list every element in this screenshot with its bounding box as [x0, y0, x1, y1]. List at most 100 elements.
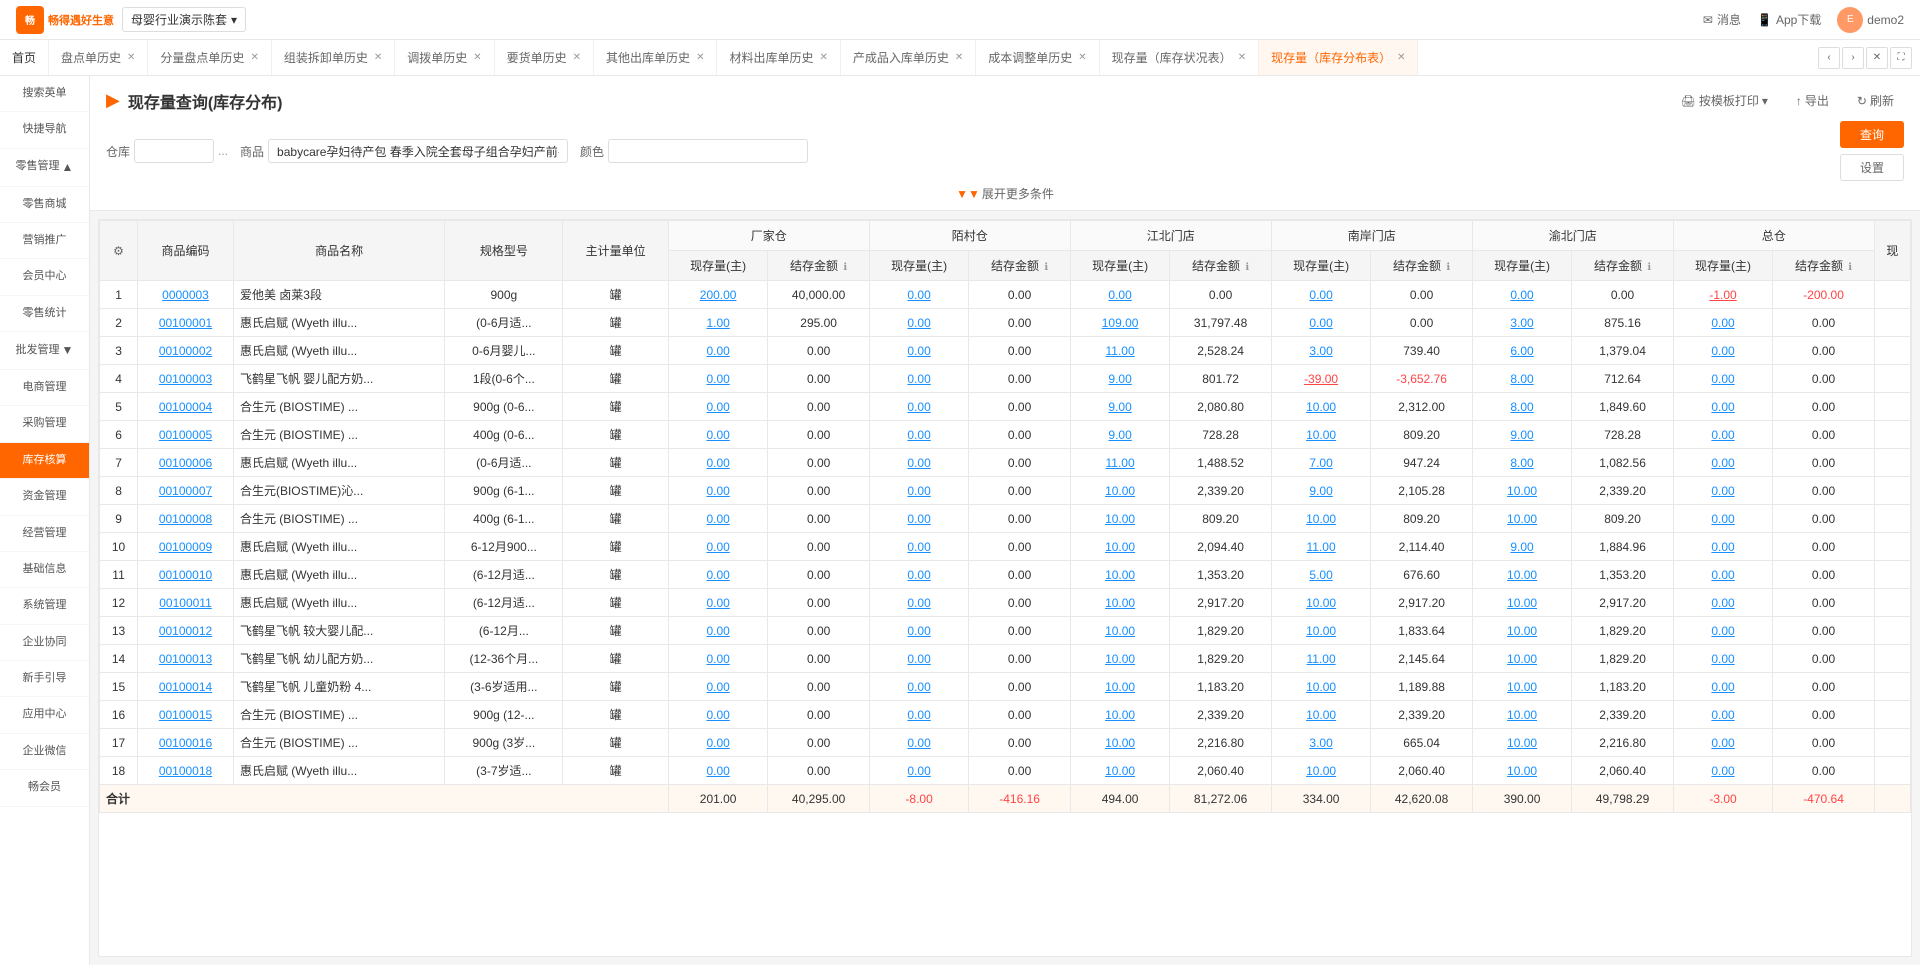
cell-muc-qty[interactable]: 0.00 — [869, 645, 969, 673]
cell-muc-qty[interactable]: 0.00 — [869, 533, 969, 561]
cell-muc-qty[interactable]: 0.00 — [869, 449, 969, 477]
tab-stock-status[interactable]: 现存量（库存状况表） ✕ — [1100, 40, 1259, 75]
tab-stocktake[interactable]: 盘点单历史 ✕ — [49, 40, 148, 75]
tab-other-out[interactable]: 其他出库单历史 ✕ — [594, 40, 717, 75]
cell-jiangb-qty[interactable]: 10.00 — [1070, 729, 1170, 757]
cell-muc-qty[interactable]: 0.00 — [869, 589, 969, 617]
nav-next-btn[interactable]: › — [1842, 47, 1864, 69]
info-jiangb[interactable]: ℹ — [1245, 262, 1249, 273]
expand-filter-btn[interactable]: ▼▼ 展开更多条件 — [948, 185, 1062, 202]
cell-total-qty[interactable]: 0.00 — [1673, 589, 1773, 617]
cell-total-qty[interactable]: 0.00 — [1673, 701, 1773, 729]
cell-nanac-qty[interactable]: 11.00 — [1271, 645, 1371, 673]
org-selector[interactable]: 母婴行业演示陈套 ▾ — [122, 7, 246, 32]
cell-muc-qty[interactable]: 0.00 — [869, 309, 969, 337]
tab-cost-adjust[interactable]: 成本调整单历史 ✕ — [976, 40, 1099, 75]
tab-home[interactable]: 首页 — [0, 40, 49, 75]
cell-code[interactable]: 00100010 — [138, 561, 234, 589]
info-muc[interactable]: ℹ — [1044, 262, 1048, 273]
cell-yubei-qty[interactable]: 10.00 — [1472, 645, 1572, 673]
cell-code[interactable]: 00100005 — [138, 421, 234, 449]
cell-code[interactable]: 00100004 — [138, 393, 234, 421]
cell-yubei-qty[interactable]: 10.00 — [1472, 561, 1572, 589]
cell-code[interactable]: 00100011 — [138, 589, 234, 617]
tab-assembly[interactable]: 组装拆卸单历史 ✕ — [272, 40, 395, 75]
info-total[interactable]: ℹ — [1848, 262, 1852, 273]
cell-code[interactable]: 00100018 — [138, 757, 234, 785]
cell-jiangb-qty[interactable]: 10.00 — [1070, 757, 1170, 785]
color-input[interactable] — [608, 139, 808, 163]
sidebar-item-retail-stat[interactable]: 零售统计 — [0, 296, 89, 332]
cell-muc-qty[interactable]: 0.00 — [869, 365, 969, 393]
cell-muc-qty[interactable]: 0.00 — [869, 617, 969, 645]
sidebar-item-ecommerce[interactable]: 电商管理 — [0, 370, 89, 406]
cell-yubei-qty[interactable]: 10.00 — [1472, 477, 1572, 505]
close-assembly[interactable]: ✕ — [374, 52, 382, 63]
tab-product-in[interactable]: 产成品入库单历史 ✕ — [841, 40, 976, 75]
cell-yubei-qty[interactable]: 6.00 — [1472, 337, 1572, 365]
cell-muc-qty[interactable]: 0.00 — [869, 729, 969, 757]
setting-btn[interactable]: 设置 — [1840, 154, 1904, 181]
sidebar-item-operation[interactable]: 经营管理 — [0, 516, 89, 552]
cell-muc-qty[interactable]: 0.00 — [869, 281, 969, 309]
cell-yubei-qty[interactable]: 10.00 — [1472, 757, 1572, 785]
tab-partial[interactable]: 分量盘点单历史 ✕ — [148, 40, 271, 75]
gear-icon[interactable]: ⚙ — [113, 244, 124, 258]
cell-nanac-qty[interactable]: 0.00 — [1271, 309, 1371, 337]
cell-changc-qty[interactable]: 0.00 — [668, 729, 768, 757]
tab-stock-dist[interactable]: 现存量（库存分布表） ✕ — [1259, 40, 1418, 75]
refresh-btn[interactable]: ↻ 刷新 — [1847, 88, 1904, 113]
cell-code[interactable]: 00100012 — [138, 617, 234, 645]
tab-order[interactable]: 要货单历史 ✕ — [495, 40, 594, 75]
sidebar-item-wholesale[interactable]: 批发管理 ▼ — [0, 332, 89, 370]
cell-nanac-qty[interactable]: 10.00 — [1271, 757, 1371, 785]
cell-jiangb-qty[interactable]: 10.00 — [1070, 477, 1170, 505]
cell-total-qty[interactable]: 0.00 — [1673, 421, 1773, 449]
cell-code[interactable]: 0000003 — [138, 281, 234, 309]
cell-changc-qty[interactable]: 0.00 — [668, 421, 768, 449]
warehouse-dots[interactable]: ... — [218, 144, 228, 158]
info-changc[interactable]: ℹ — [843, 262, 847, 273]
close-order[interactable]: ✕ — [573, 52, 581, 63]
cell-nanac-qty[interactable]: 10.00 — [1271, 393, 1371, 421]
cell-jiangb-qty[interactable]: 10.00 — [1070, 673, 1170, 701]
cell-yubei-qty[interactable]: 9.00 — [1472, 533, 1572, 561]
close-product-in[interactable]: ✕ — [955, 52, 963, 63]
sidebar-item-purchase[interactable]: 采购管理 — [0, 406, 89, 442]
cell-jiangb-qty[interactable]: 10.00 — [1070, 701, 1170, 729]
cell-yubei-qty[interactable]: 10.00 — [1472, 729, 1572, 757]
sidebar-item-mall[interactable]: 零售商城 — [0, 187, 89, 223]
cell-total-qty[interactable]: 0.00 — [1673, 505, 1773, 533]
close-other-out[interactable]: ✕ — [696, 52, 704, 63]
cell-total-qty[interactable]: 0.00 — [1673, 729, 1773, 757]
cell-total-qty[interactable]: 0.00 — [1673, 393, 1773, 421]
cell-changc-qty[interactable]: 0.00 — [668, 673, 768, 701]
cell-code[interactable]: 00100009 — [138, 533, 234, 561]
query-btn[interactable]: 查询 — [1840, 121, 1904, 148]
cell-nanac-qty[interactable]: 10.00 — [1271, 673, 1371, 701]
close-stocktake[interactable]: ✕ — [127, 52, 135, 63]
nav-expand-btn[interactable]: ⛶ — [1890, 47, 1912, 69]
cell-code[interactable]: 00100006 — [138, 449, 234, 477]
cell-nanac-qty[interactable]: 0.00 — [1271, 281, 1371, 309]
cell-changc-qty[interactable]: 0.00 — [668, 393, 768, 421]
sidebar-item-inventory[interactable]: 库存核算 — [0, 443, 89, 479]
cell-total-qty[interactable]: 0.00 — [1673, 477, 1773, 505]
cell-nanac-qty[interactable]: -39.00 — [1271, 365, 1371, 393]
cell-changc-qty[interactable]: 0.00 — [668, 701, 768, 729]
info-yubei[interactable]: ℹ — [1647, 262, 1651, 273]
user-area[interactable]: E demo2 — [1837, 7, 1904, 33]
cell-nanac-qty[interactable]: 10.00 — [1271, 505, 1371, 533]
cell-changc-qty[interactable]: 0.00 — [668, 617, 768, 645]
cell-jiangb-qty[interactable]: 109.00 — [1070, 309, 1170, 337]
cell-muc-qty[interactable]: 0.00 — [869, 477, 969, 505]
cell-muc-qty[interactable]: 0.00 — [869, 701, 969, 729]
warehouse-input[interactable] — [134, 139, 214, 163]
cell-nanac-qty[interactable]: 7.00 — [1271, 449, 1371, 477]
close-partial[interactable]: ✕ — [250, 52, 258, 63]
table-wrapper[interactable]: ⚙ 商品编码 商品名称 规格型号 主计量单位 厂家仓 陌村仓 江北门店 南岸门店… — [98, 219, 1912, 957]
cell-nanac-qty[interactable]: 10.00 — [1271, 701, 1371, 729]
sidebar-item-system[interactable]: 系统管理 — [0, 588, 89, 624]
cell-changc-qty[interactable]: 0.00 — [668, 757, 768, 785]
sidebar-item-nav[interactable]: 快捷导航 — [0, 112, 89, 148]
